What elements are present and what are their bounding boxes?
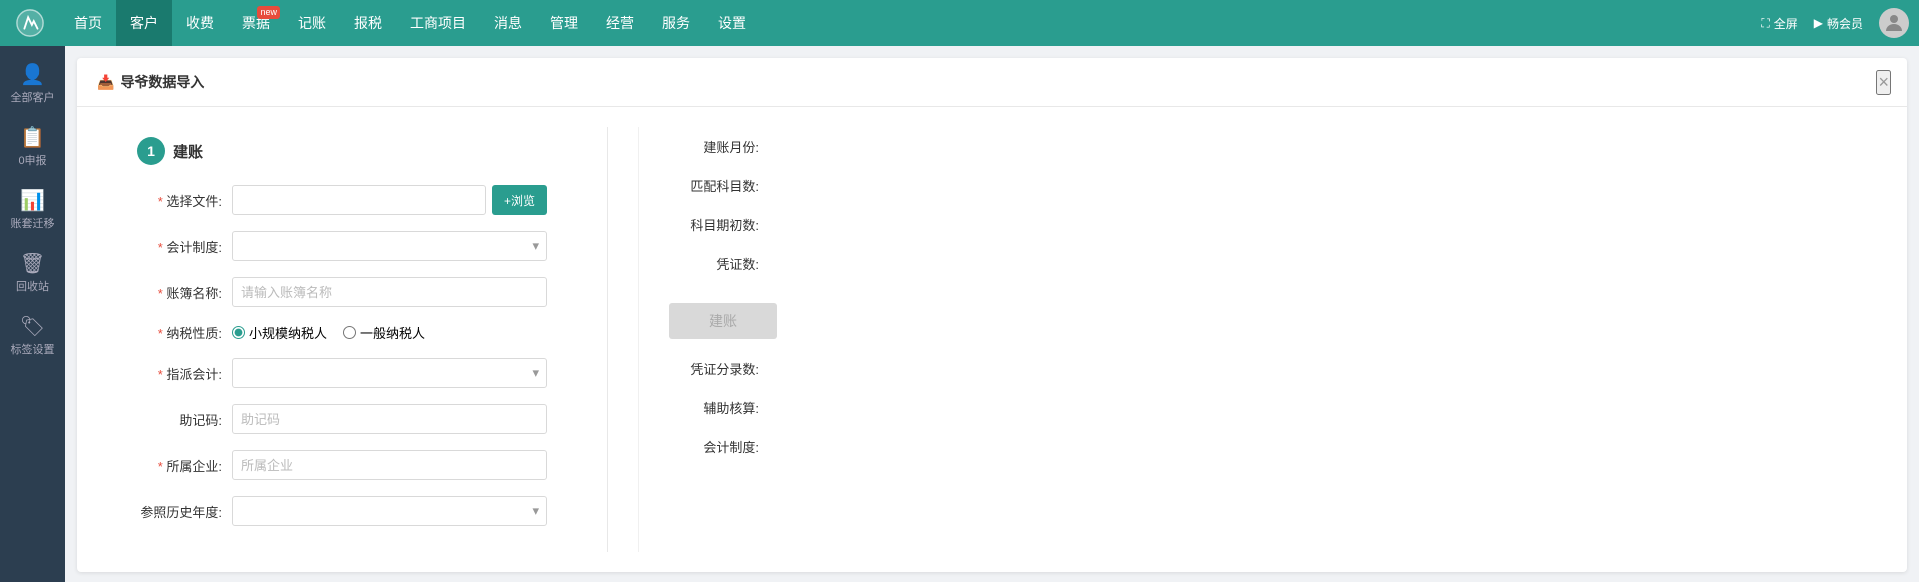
- import-panel: 📥 导爷数据导入 × 1 建账 选择文件: +浏览: [77, 58, 1907, 572]
- small-taxpayer-option[interactable]: 小规模纳税人: [232, 323, 327, 342]
- report-icon: 📋: [7, 125, 59, 150]
- accounting-system-row: 会计制度:: [137, 231, 547, 261]
- nav-tax[interactable]: 报税: [340, 0, 396, 46]
- sidebar-item-account-migrate[interactable]: 📊 账套迁移: [3, 180, 63, 239]
- file-row: 选择文件: +浏览: [137, 185, 547, 215]
- ledger-name-label: 账簿名称:: [137, 283, 222, 302]
- match-subjects-label: 匹配科目数:: [669, 176, 759, 195]
- form-divider: [607, 127, 608, 552]
- nav-operation[interactable]: 经营: [592, 0, 648, 46]
- section-title: 1 建账: [137, 137, 547, 165]
- sidebar: 👤 全部客户 📋 0申报 📊 账套迁移 🗑 回收站 🏷 标签设置: [0, 46, 65, 582]
- assign-accountant-select-wrapper: [232, 358, 547, 388]
- nav-customer[interactable]: 客户: [116, 0, 172, 46]
- import-icon: 📥: [97, 74, 114, 91]
- nav-billing[interactable]: 收费: [172, 0, 228, 46]
- user-avatar[interactable]: [1879, 8, 1909, 38]
- initial-amount-label: 科目期初数:: [669, 215, 759, 234]
- assign-accountant-label: 指派会计:: [137, 364, 222, 383]
- browse-button[interactable]: +浏览: [492, 185, 547, 215]
- close-button[interactable]: ×: [1876, 70, 1891, 95]
- company-row: 所属企业:: [137, 450, 547, 480]
- aux-accounting-row: 辅助核算:: [669, 398, 1877, 417]
- nav-accounts[interactable]: 记账: [284, 0, 340, 46]
- history-year-row: 参照历史年度:: [137, 496, 547, 526]
- nav-message[interactable]: 消息: [480, 0, 536, 46]
- sidebar-item-recycle[interactable]: 🗑 回收站: [3, 243, 63, 302]
- fullscreen-icon: ⛶: [1761, 16, 1769, 31]
- recycle-icon: 🗑: [7, 251, 59, 276]
- ledger-name-row: 账簿名称:: [137, 277, 547, 307]
- tax-nature-label: 纳税性质:: [137, 323, 222, 342]
- assign-accountant-select[interactable]: [232, 358, 547, 388]
- history-year-label: 参照历史年度:: [137, 502, 222, 521]
- history-year-select[interactable]: [232, 496, 547, 526]
- history-year-select-wrapper: [232, 496, 547, 526]
- file-label: 选择文件:: [137, 191, 222, 210]
- vouchers-row: 凭证数:: [669, 254, 1877, 273]
- match-subjects-row: 匹配科目数:: [669, 176, 1877, 195]
- tag-icon: 🏷: [7, 314, 59, 339]
- form-right: 建账月份: 匹配科目数: 科目期初数: 凭证数: 建账 凭证分录数:: [638, 127, 1907, 552]
- memo-label: 助记码:: [137, 410, 222, 429]
- all-customers-icon: 👤: [7, 62, 59, 87]
- initial-amount-row: 科目期初数:: [669, 215, 1877, 234]
- small-taxpayer-radio[interactable]: [232, 326, 245, 339]
- nav-settings[interactable]: 设置: [704, 0, 760, 46]
- tax-nature-row: 纳税性质: 小规模纳税人 一般纳税人: [137, 323, 547, 342]
- fullscreen-button[interactable]: ⛶ 全屏: [1761, 15, 1797, 32]
- app-logo: [10, 3, 50, 43]
- tax-nature-radio-group: 小规模纳税人 一般纳税人: [232, 323, 425, 342]
- accounting-system2-row: 会计制度:: [669, 437, 1877, 456]
- accounting-system-label: 会计制度:: [137, 237, 222, 256]
- migrate-icon: 📊: [7, 188, 59, 213]
- accounting-system-select[interactable]: [232, 231, 547, 261]
- main-content: 📥 导爷数据导入 × 1 建账 选择文件: +浏览: [65, 46, 1919, 582]
- general-taxpayer-radio[interactable]: [343, 326, 356, 339]
- accounting-system2-label: 会计制度:: [669, 437, 759, 456]
- top-nav: 首页 客户 收费 票据 new 记账 报税 工商项目 消息 管理 经营 服务 设…: [0, 0, 1919, 46]
- voucher-entries-row: 凭证分录数:: [669, 359, 1877, 378]
- general-taxpayer-option[interactable]: 一般纳税人: [343, 323, 425, 342]
- voucher-entries-label: 凭证分录数:: [669, 359, 759, 378]
- setup-month-row: 建账月份:: [669, 137, 1877, 156]
- sidebar-item-report[interactable]: 📋 0申报: [3, 117, 63, 176]
- file-input-group: +浏览: [232, 185, 547, 215]
- play-icon: ▶: [1814, 16, 1823, 30]
- nav-manage[interactable]: 管理: [536, 0, 592, 46]
- sidebar-item-tag-settings[interactable]: 🏷 标签设置: [3, 306, 63, 365]
- aux-accounting-label: 辅助核算:: [669, 398, 759, 417]
- member-button[interactable]: ▶ 畅会员: [1814, 15, 1863, 32]
- setup-month-label: 建账月份:: [669, 137, 759, 156]
- company-input[interactable]: [232, 450, 547, 480]
- memo-input[interactable]: [232, 404, 547, 434]
- ledger-name-input[interactable]: [232, 277, 547, 307]
- panel-header: 📥 导爷数据导入: [77, 58, 1907, 107]
- nav-invoice[interactable]: 票据 new: [228, 0, 284, 46]
- accounting-system-select-wrapper: [232, 231, 547, 261]
- vouchers-label: 凭证数:: [669, 254, 759, 273]
- file-path-input[interactable]: [232, 185, 486, 215]
- nav-service[interactable]: 服务: [648, 0, 704, 46]
- company-label: 所属企业:: [137, 456, 222, 475]
- sidebar-item-all-customers[interactable]: 👤 全部客户: [3, 54, 63, 113]
- form-body: 1 建账 选择文件: +浏览 会计制度:: [77, 107, 1907, 572]
- memo-row: 助记码:: [137, 404, 547, 434]
- nav-home[interactable]: 首页: [60, 0, 116, 46]
- build-account-button[interactable]: 建账: [669, 303, 777, 339]
- step-badge: 1: [137, 137, 165, 165]
- assign-accountant-row: 指派会计:: [137, 358, 547, 388]
- new-badge: new: [257, 6, 280, 19]
- nav-right: ⛶ 全屏 ▶ 畅会员: [1761, 8, 1909, 38]
- nav-industrial[interactable]: 工商项目: [396, 0, 480, 46]
- form-left: 1 建账 选择文件: +浏览 会计制度:: [77, 127, 577, 552]
